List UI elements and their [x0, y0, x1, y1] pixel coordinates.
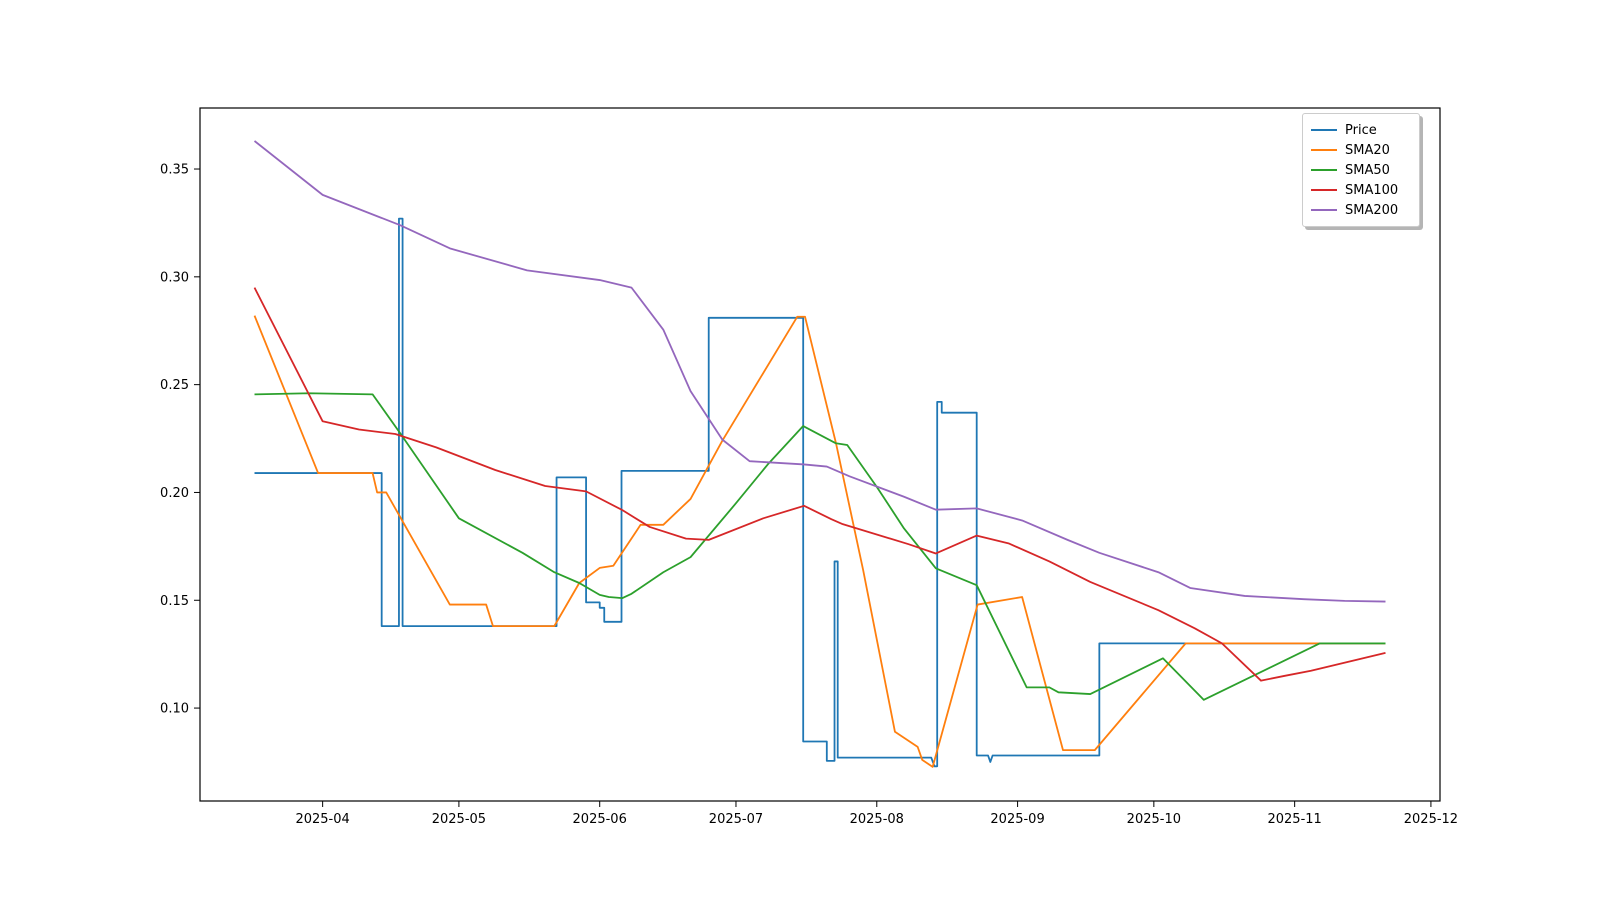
y-tick-label: 0.20: [160, 486, 189, 501]
legend-label: Price: [1345, 122, 1377, 138]
y-tick-label: 0.35: [160, 163, 189, 178]
plot-border: [199, 107, 1441, 802]
legend-line-sma20-icon: [1311, 149, 1337, 151]
legend-label: SMA100: [1345, 182, 1399, 198]
legend-line-sma50-icon: [1311, 169, 1337, 171]
legend-label: SMA200: [1345, 202, 1399, 218]
y-tick-label: 0.10: [160, 702, 189, 717]
series-line-price: [254, 217, 1386, 768]
y-tick-label: 0.15: [160, 594, 189, 609]
series-line-sma200: [253, 140, 1386, 603]
x-tick-label: 2025-11: [1267, 812, 1321, 827]
legend-label: SMA50: [1345, 162, 1390, 178]
legend-item-price: Price: [1311, 120, 1411, 140]
x-tick-label: 2025-04: [295, 812, 349, 827]
series-line-sma50: [254, 392, 1386, 701]
legend: Price SMA20 SMA50 SMA100 SMA200: [1302, 113, 1420, 227]
series-line-sma20: [253, 315, 1386, 768]
x-tick-label: 2025-10: [1127, 812, 1181, 827]
legend-item-sma100: SMA100: [1311, 180, 1411, 200]
y-tick-label: 0.30: [160, 270, 189, 285]
legend-label: SMA20: [1345, 142, 1390, 158]
y-tick-label: 0.25: [160, 378, 189, 393]
legend-item-sma50: SMA50: [1311, 160, 1411, 180]
legend-item-sma200: SMA200: [1311, 200, 1411, 220]
legend-line-sma100-icon: [1311, 189, 1337, 191]
x-tick-label: 2025-12: [1404, 812, 1458, 827]
legend-line-sma200-icon: [1311, 209, 1337, 211]
x-tick-label: 2025-08: [850, 812, 904, 827]
chart-figure: 2025-04 2025-05 2025-06 2025-07 2025-08 2025-…: [0, 0, 1600, 900]
series-line-sma100: [253, 287, 1386, 682]
x-tick-label: 2025-07: [709, 812, 763, 827]
legend-item-sma20: SMA20: [1311, 140, 1411, 160]
x-tick-label: 2025-06: [573, 812, 627, 827]
x-tick-label: 2025-09: [990, 812, 1044, 827]
legend-line-price-icon: [1311, 129, 1337, 131]
x-tick-label: 2025-05: [432, 812, 486, 827]
plot-area: 2025-04 2025-05 2025-06 2025-07 2025-08 2025-…: [160, 107, 1458, 827]
